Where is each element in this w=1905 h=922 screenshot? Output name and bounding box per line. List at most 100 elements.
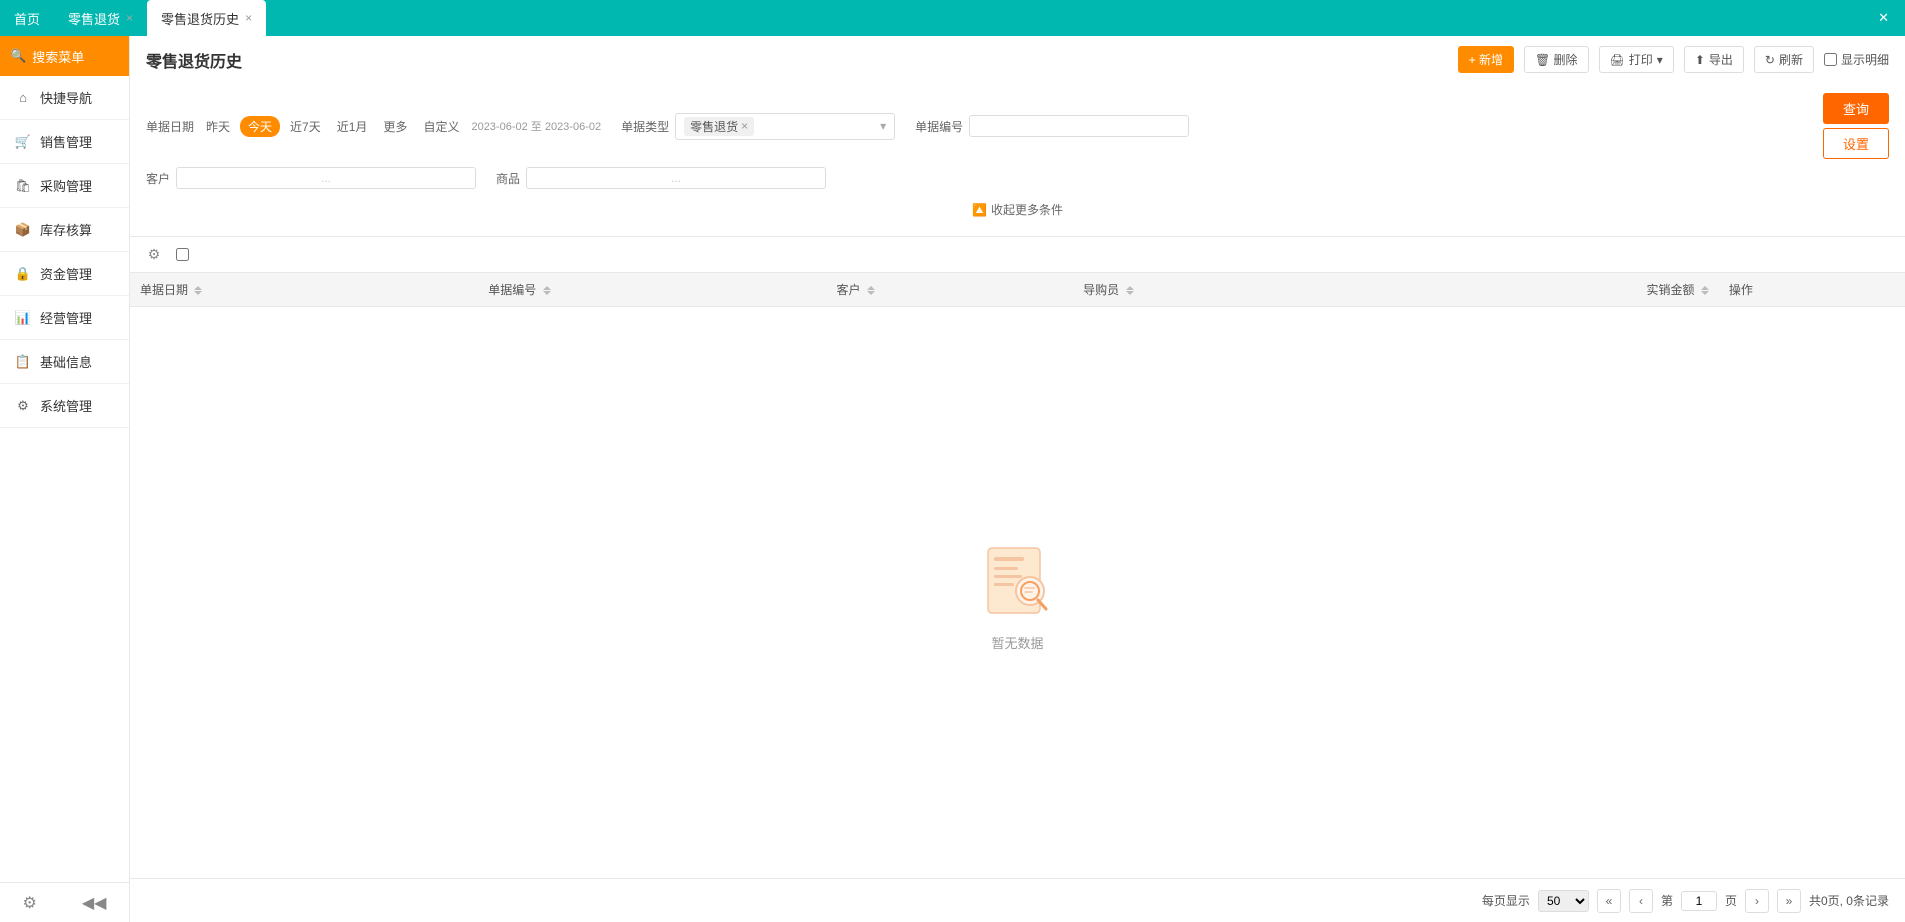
print-chevron-icon: ▾: [1657, 53, 1663, 67]
voucher-type-filter-item: 单据类型 零售退货 × ▾: [621, 113, 895, 140]
export-icon: ⬆: [1695, 53, 1705, 67]
refresh-icon: ↻: [1765, 53, 1775, 67]
settings-button[interactable]: 设置: [1823, 128, 1889, 159]
filter-row-2: 客户 ... 商品 ...: [146, 167, 1889, 189]
layout: 🔍 搜索菜单 ⌂ 快捷导航 🛒 销售管理 🛍 采购管理 📦 库存核算 🔒: [0, 36, 1905, 922]
sidebar: 🔍 搜索菜单 ⌂ 快捷导航 🛒 销售管理 🛍 采购管理 📦 库存核算 🔒: [0, 36, 130, 922]
date-range-display: 2023-06-02 至 2023-06-02: [471, 118, 601, 134]
col-amount-sort[interactable]: [1701, 286, 1709, 295]
sidebar-item-finance[interactable]: 🔒 资金管理: [0, 252, 129, 296]
sidebar-search[interactable]: 🔍 搜索菜单: [0, 36, 129, 76]
date-option-yesterday[interactable]: 昨天: [200, 116, 236, 137]
col-customer: 客户: [826, 273, 1073, 307]
sidebar-item-inventory[interactable]: 📦 库存核算: [0, 208, 129, 252]
main-content: 零售退货历史 + 新增 🗑 删除 🖨 打印 ▾ ⬆ 导出 ↻: [130, 36, 1905, 922]
bag-icon: 🛍: [14, 177, 32, 195]
next-page-btn[interactable]: ›: [1745, 889, 1769, 913]
total-label: 共0页, 0条记录: [1809, 892, 1889, 909]
collapse-icon: 🔼: [972, 203, 987, 217]
empty-state: 暂无数据: [130, 307, 1905, 878]
new-button[interactable]: + 新增: [1458, 46, 1514, 73]
per-page-select[interactable]: 50 10 20 100: [1538, 890, 1589, 912]
pagination: 每页显示 50 10 20 100 « ‹ 第 页 › » 共0页, 0条记录: [130, 878, 1905, 922]
table-toolbar: ⚙: [130, 237, 1905, 273]
customer-input[interactable]: ...: [176, 167, 476, 189]
print-icon: 🖨: [1610, 53, 1625, 67]
delete-button[interactable]: 🗑 删除: [1524, 46, 1589, 73]
voucher-type-tag: 零售退货 ×: [684, 117, 754, 136]
tab-retail-return-close[interactable]: ×: [126, 11, 133, 25]
table-header-row: 单据日期 单据编号: [130, 273, 1905, 307]
customer-filter-item: 客户 ...: [146, 167, 476, 189]
last-page-btn[interactable]: »: [1777, 889, 1801, 913]
search-icon: 🔍: [10, 48, 26, 64]
empty-text: 暂无数据: [991, 633, 1043, 652]
date-option-custom[interactable]: 自定义: [417, 116, 465, 137]
box-icon: 📦: [14, 221, 32, 239]
sidebar-item-base-info[interactable]: 📋 基础信息: [0, 340, 129, 384]
print-button[interactable]: 🖨 打印 ▾: [1599, 46, 1674, 73]
sidebar-item-purchase-mgmt[interactable]: 🛍 采购管理: [0, 164, 129, 208]
goods-filter-item: 商品 ...: [496, 167, 826, 189]
query-button[interactable]: 查询: [1823, 93, 1889, 124]
goods-input[interactable]: ...: [526, 167, 826, 189]
refresh-button[interactable]: ↻ 刷新: [1754, 46, 1814, 73]
sidebar-item-ops-mgmt[interactable]: 📊 经营管理: [0, 296, 129, 340]
date-option-today[interactable]: 今天: [240, 116, 280, 137]
top-bar: 首页 零售退货 × 零售退货历史 × ✕: [0, 0, 1905, 36]
collapse-bar[interactable]: 🔼 收起更多条件: [146, 197, 1889, 226]
select-all-checkbox[interactable]: [176, 248, 189, 261]
date-filter-item: 单据日期 昨天 今天 近7天 近1月 更多 自定义 2023-06-02 至 2…: [146, 116, 601, 137]
date-option-more[interactable]: 更多: [377, 116, 413, 137]
sidebar-menu: ⌂ 快捷导航 🛒 销售管理 🛍 采购管理 📦 库存核算 🔒 资金管理 📊: [0, 76, 129, 882]
doc-icon: 📋: [14, 353, 32, 371]
date-filter: 昨天 今天 近7天 近1月 更多 自定义: [200, 116, 465, 137]
show-detail-checkbox[interactable]: 显示明细: [1824, 51, 1889, 68]
lock-icon: 🔒: [14, 265, 32, 283]
table-container: ⚙ 单据日期 单据编号: [130, 237, 1905, 922]
col-amount: 实销金额: [1371, 273, 1719, 307]
col-guide: 导购员: [1073, 273, 1370, 307]
voucher-type-select[interactable]: 零售退货 × ▾: [675, 113, 895, 140]
sidebar-item-quick-nav[interactable]: ⌂ 快捷导航: [0, 76, 129, 120]
page-number-input[interactable]: [1681, 891, 1717, 911]
sidebar-item-sales-mgmt[interactable]: 🛒 销售管理: [0, 120, 129, 164]
col-customer-sort[interactable]: [867, 286, 875, 295]
sidebar-settings-btn[interactable]: ⚙: [23, 893, 37, 913]
date-option-1month[interactable]: 近1月: [331, 116, 374, 137]
tab-retail-return-history-close[interactable]: ×: [245, 11, 252, 25]
window-close-btn[interactable]: ✕: [1878, 10, 1889, 26]
chart-icon: 📊: [14, 309, 32, 327]
page-title-bar: 零售退货历史 + 新增 🗑 删除 🖨 打印 ▾ ⬆ 导出 ↻: [146, 46, 1889, 73]
date-option-7days[interactable]: 近7天: [284, 116, 327, 137]
gear-icon: ⚙: [14, 397, 32, 415]
col-date-sort[interactable]: [194, 286, 202, 295]
page-title: 零售退货历史: [146, 48, 242, 72]
voucher-type-chevron-icon: ▾: [880, 119, 886, 133]
col-no-sort[interactable]: [543, 286, 551, 295]
filter-row-1: 单据日期 昨天 今天 近7天 近1月 更多 自定义 2023-06-02 至 2…: [146, 93, 1889, 159]
voucher-no-input[interactable]: [969, 115, 1189, 137]
sidebar-item-sys-mgmt[interactable]: ⚙ 系统管理: [0, 384, 129, 428]
cart-icon: 🛒: [14, 133, 32, 151]
tab-retail-return[interactable]: 零售退货 ×: [54, 0, 147, 36]
show-detail-input[interactable]: [1824, 53, 1837, 66]
tab-retail-return-history[interactable]: 零售退货历史 ×: [147, 0, 266, 36]
data-table: 单据日期 单据编号: [130, 273, 1905, 307]
first-page-btn[interactable]: «: [1597, 889, 1621, 913]
page-header: 零售退货历史 + 新增 🗑 删除 🖨 打印 ▾ ⬆ 导出 ↻: [130, 36, 1905, 237]
toolbar: + 新增 🗑 删除 🖨 打印 ▾ ⬆ 导出 ↻ 刷新: [1458, 46, 1889, 73]
col-date: 单据日期: [130, 273, 478, 307]
table-settings-icon[interactable]: ⚙: [140, 241, 168, 269]
col-no: 单据编号: [478, 273, 826, 307]
voucher-no-filter-item: 单据编号: [915, 115, 1189, 137]
voucher-type-tag-remove[interactable]: ×: [741, 119, 748, 133]
home-icon: ⌂: [14, 89, 32, 107]
tab-home[interactable]: 首页: [0, 0, 54, 36]
col-guide-sort[interactable]: [1126, 286, 1134, 295]
sidebar-bottom: ⚙ ◀◀: [0, 882, 129, 922]
sidebar-audio-btn[interactable]: ◀◀: [82, 893, 107, 913]
empty-illustration: [968, 533, 1068, 633]
prev-page-btn[interactable]: ‹: [1629, 889, 1653, 913]
export-button[interactable]: ⬆ 导出: [1684, 46, 1744, 73]
